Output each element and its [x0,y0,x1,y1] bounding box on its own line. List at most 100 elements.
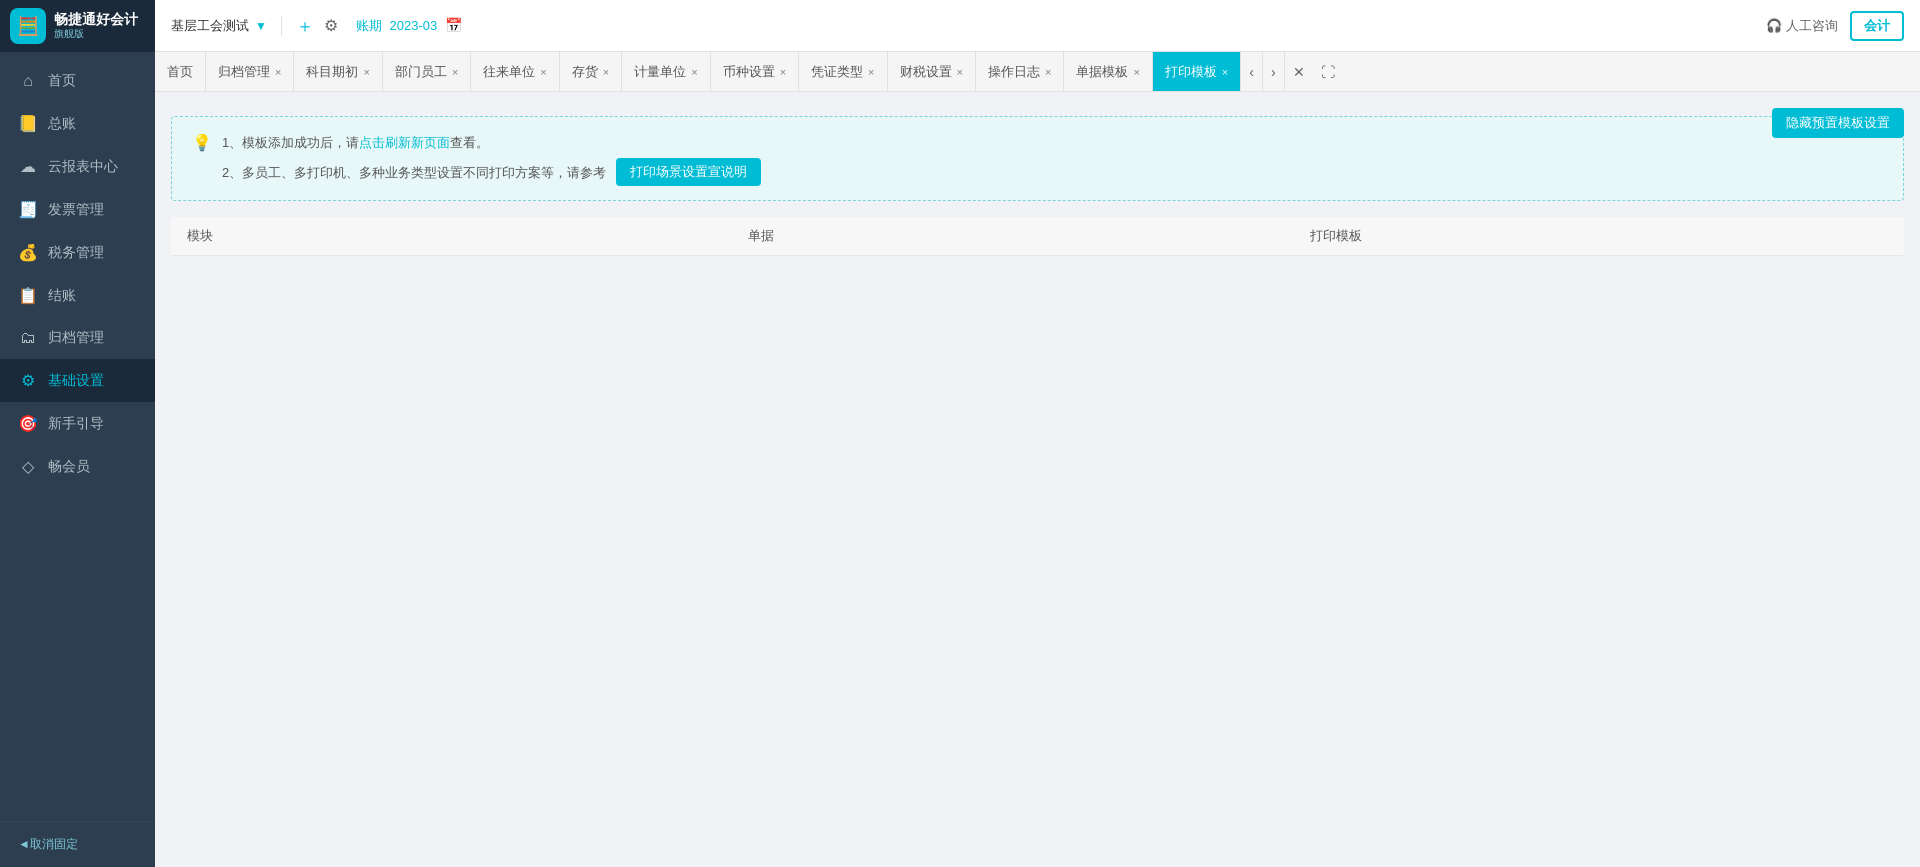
table-header: 模块 单据 打印模板 [171,217,1904,256]
tab-close-single-template[interactable]: × [1133,66,1139,78]
tab-single-template[interactable]: 单据模板× [1064,52,1152,91]
sidebar-item-archive[interactable]: 🗂 归档管理 [0,317,155,359]
tab-expand-button[interactable]: ⛶ [1313,52,1343,91]
nav-label-report: 云报表中心 [48,158,118,176]
logo-text-block: 畅捷通好会计 旗舰版 [54,11,138,42]
sidebar-item-tax[interactable]: 💰 税务管理 [0,231,155,274]
nav-label-guide: 新手引导 [48,415,104,433]
tab-close-dept-staff[interactable]: × [452,66,458,78]
tab-close-print-template[interactable]: × [1222,66,1228,78]
notice-row-1: 💡 1、模板添加成功后，请点击刷新新页面查看。 2、多员工、多打印机、多种业务类… [192,131,1772,186]
hide-template-button[interactable]: 隐藏预置模板设置 [1772,108,1904,138]
nav-icon-home: ⌂ [18,72,38,90]
tab-home[interactable]: 首页 [155,52,206,91]
period-label: 账期 [356,18,382,33]
tab-close-unit[interactable]: × [691,66,697,78]
notice-line1-pre: 1、模板添加成功后，请 [222,135,359,150]
sidebar-item-guide[interactable]: 🎯 新手引导 [0,402,155,445]
main-content: 隐藏预置模板设置 💡 1、模板添加成功后，请点击刷新新页面查看。 2、多员工、多… [155,92,1920,867]
nav-icon-settings: ⚙ [18,371,38,390]
headset-icon: 🎧 [1766,18,1782,33]
tab-close-all-button[interactable]: ✕ [1285,52,1313,91]
sidebar-item-settings[interactable]: ⚙ 基础设置 [0,359,155,402]
tab-currency[interactable]: 币种设置 × [711,52,799,91]
tab-supplier[interactable]: 往来单位× [471,52,559,91]
tab-close-currency[interactable]: × [780,66,786,78]
notice-icon: 💡 [192,133,212,152]
sidebar-item-ledger[interactable]: 📒 总账 [0,102,155,145]
tab-close-voucher-type[interactable]: × [868,66,874,78]
tab-archive-mgmt[interactable]: 归档管理 × [206,52,294,91]
divider-1 [281,16,282,36]
notice-line2: 2、多员工、多打印机、多种业务类型设置不同打印方案等，请参考 打印场景设置宣说明 [222,158,761,186]
col-template: 打印模板 [1310,227,1888,245]
nav-icon-report: ☁ [18,157,38,176]
sidebar-item-invoice[interactable]: 🧾 发票管理 [0,188,155,231]
tab-label-currency: 币种设置 [723,63,775,81]
tab-label-inventory: 存货 [572,63,598,81]
company-dropdown-icon[interactable]: ▼ [255,19,267,33]
settings-icon[interactable]: ⚙ [324,16,338,35]
nav-label-archive: 归档管理 [48,329,104,347]
tab-close-operation-log[interactable]: × [1045,66,1051,78]
app-name: 畅捷通好会计 [54,11,138,28]
tab-next-button[interactable]: › [1263,52,1285,91]
nav-label-invoice: 发票管理 [48,201,104,219]
tab-label-subject-init: 科目期初 [306,63,358,81]
sidebar-logo: 🧮 畅捷通好会计 旗舰版 [0,0,155,52]
service-label: 人工咨询 [1786,17,1838,35]
sidebar-item-settle[interactable]: 📋 结账 [0,274,155,317]
tab-unit[interactable]: 计量单位× [622,52,710,91]
nav-icon-settle: 📋 [18,286,38,305]
nav-label-member: 畅会员 [48,458,90,476]
tab-label-dept-staff: 部门员工 [395,63,447,81]
nav-icon-member: ◇ [18,457,38,476]
notice-line2-pre: 2、多员工、多打印机、多种业务类型设置不同打印方案等，请参考 [222,161,606,184]
tab-label-print-template: 打印模板 [1165,63,1217,81]
col-module: 模块 [187,227,748,245]
tab-label-tax-settings: 财税设置 [900,63,952,81]
nav-icon-guide: 🎯 [18,414,38,433]
tab-label-voucher-type: 凭证类型 [811,63,863,81]
tab-dept-staff[interactable]: 部门员工 × [383,52,471,91]
tab-inventory[interactable]: 存货 × [560,52,622,91]
tab-close-tax-settings[interactable]: × [957,66,963,78]
nav-label-settings: 基础设置 [48,372,104,390]
sidebar-unpin[interactable]: ◄取消固定 [0,821,155,867]
tabbar: 首页归档管理×科目期初×部门员工×往来单位×存货×计量单位×币种设置×凭证类型×… [155,52,1920,92]
tab-operation-log[interactable]: 操作日志 × [976,52,1064,91]
tab-close-subject-init[interactable]: × [363,66,369,78]
nav-icon-tax: 💰 [18,243,38,262]
tab-close-archive-mgmt[interactable]: × [275,66,281,78]
tab-close-inventory[interactable]: × [603,66,609,78]
sidebar-item-member[interactable]: ◇ 畅会员 [0,445,155,488]
calendar-icon[interactable]: 📅 [445,17,462,33]
nav-label-home: 首页 [48,72,76,90]
tab-print-template[interactable]: 打印模板 × [1153,52,1241,91]
add-tab-button[interactable]: ＋ [296,14,314,38]
notice-content: 1、模板添加成功后，请点击刷新新页面查看。 2、多员工、多打印机、多种业务类型设… [222,131,761,186]
tab-prev-button[interactable]: ‹ [1241,52,1263,91]
nav-label-settle: 结账 [48,287,76,305]
explain-button[interactable]: 打印场景设置宣说明 [616,158,761,186]
notice-refresh-link[interactable]: 点击刷新新页面 [359,135,450,150]
sidebar-item-report[interactable]: ☁ 云报表中心 [0,145,155,188]
tab-label-operation-log: 操作日志 [988,63,1040,81]
period-value: 2023-03 [390,18,438,33]
kuaiji-button[interactable]: 会计 [1850,11,1904,41]
notice-line1-post: 查看。 [450,135,489,150]
nav-icon-ledger: 📒 [18,114,38,133]
tab-subject-init[interactable]: 科目期初 × [294,52,382,91]
service-button[interactable]: 🎧 人工咨询 [1766,17,1838,35]
tab-voucher-type[interactable]: 凭证类型 × [799,52,887,91]
period-area: 账期 2023-03 📅 [356,17,462,35]
app-edition: 旗舰版 [54,27,138,41]
company-name-area: 基层工会测试 ▼ [171,17,267,35]
nav-icon-archive: 🗂 [18,329,38,347]
nav-label-tax: 税务管理 [48,244,104,262]
tab-close-supplier[interactable]: × [540,66,546,78]
tab-tax-settings[interactable]: 财税设置 × [888,52,976,91]
sidebar-item-home[interactable]: ⌂ 首页 [0,60,155,102]
tab-label-archive-mgmt: 归档管理 [218,63,270,81]
topbar-right: 🎧 人工咨询 会计 [1766,11,1904,41]
